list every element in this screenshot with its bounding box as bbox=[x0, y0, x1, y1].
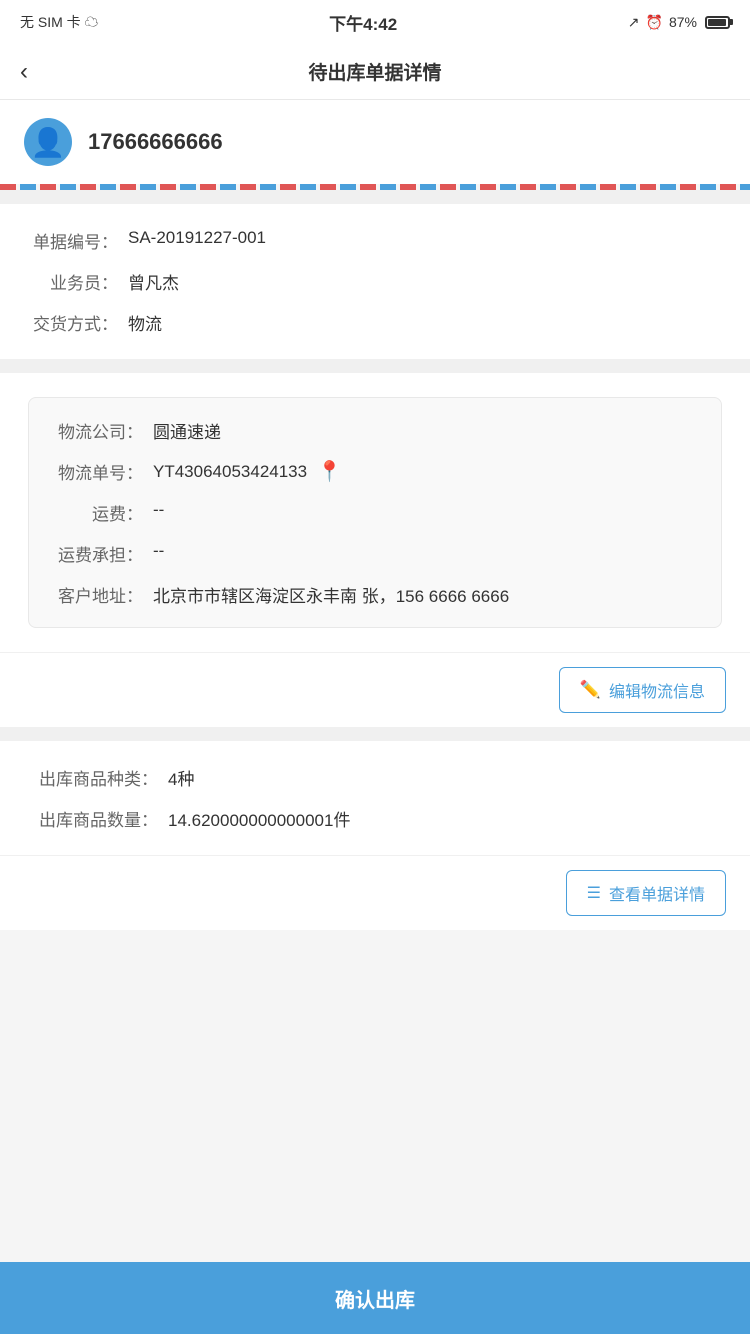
agent-row: 业务员： 曾凡杰 bbox=[28, 269, 722, 294]
product-count-row: 出库商品数量： 14.620000000000001件 bbox=[28, 806, 722, 831]
logistics-section: 物流公司： 圆通速递 物流单号： YT43064053424133 📍 运费： … bbox=[0, 373, 750, 652]
nav-bar: ‹ 待出库单据详情 bbox=[0, 44, 750, 100]
logistics-company-value: 圆通速递 bbox=[153, 418, 697, 443]
user-icon: 👤 bbox=[31, 126, 66, 159]
product-count-label: 出库商品数量： bbox=[28, 806, 158, 831]
agent-value: 曾凡杰 bbox=[128, 269, 722, 294]
product-type-label: 出库商品种类： bbox=[28, 765, 158, 790]
document-number-label: 单据编号： bbox=[28, 228, 118, 253]
confirm-bar[interactable]: 确认出库 bbox=[0, 1262, 750, 1334]
section-gap-3 bbox=[0, 727, 750, 741]
logistics-company-row: 物流公司： 圆通速递 bbox=[53, 418, 697, 443]
back-button[interactable]: ‹ bbox=[12, 50, 36, 94]
status-left: 无 SIM 卡 ☁ bbox=[20, 12, 99, 32]
content-spacer bbox=[0, 930, 750, 1110]
battery-percent: 87% bbox=[669, 14, 697, 30]
logistics-company-label: 物流公司： bbox=[53, 418, 143, 443]
location-status-icon: ↗ bbox=[628, 14, 640, 31]
document-info-section: 单据编号： SA-20191227-001 业务员： 曾凡杰 交货方式： 物流 bbox=[0, 204, 750, 359]
alarm-icon: ⏰ bbox=[646, 14, 663, 31]
edit-icon: ✏️ bbox=[580, 680, 601, 700]
logistics-tracking-label: 物流单号： bbox=[53, 459, 143, 484]
edit-button-row: ✏️ 编辑物流信息 bbox=[0, 652, 750, 727]
freight-row: 运费： -- bbox=[53, 500, 697, 525]
address-label: 客户地址： bbox=[53, 582, 143, 607]
section-gap-2 bbox=[0, 359, 750, 373]
freight-bearer-label: 运费承担： bbox=[53, 541, 143, 566]
customer-header: 👤 17666666666 bbox=[0, 100, 750, 184]
document-number-row: 单据编号： SA-20191227-001 bbox=[28, 228, 722, 253]
confirm-button-label: 确认出库 bbox=[335, 1284, 415, 1313]
delivery-row: 交货方式： 物流 bbox=[28, 310, 722, 335]
status-bar: 无 SIM 卡 ☁ 下午4:42 ↗ ⏰ 87% bbox=[0, 0, 750, 44]
logistics-tracking-row: 物流单号： YT43064053424133 📍 bbox=[53, 459, 697, 484]
customer-phone: 17666666666 bbox=[88, 129, 223, 155]
tracking-location-icon[interactable]: 📍 bbox=[317, 459, 342, 484]
status-time: 下午4:42 bbox=[329, 10, 397, 35]
avatar: 👤 bbox=[24, 118, 72, 166]
freight-bearer-value: -- bbox=[153, 541, 697, 561]
section-gap-1 bbox=[0, 190, 750, 204]
status-right: ↗ ⏰ 87% bbox=[628, 14, 730, 31]
edit-button-label: 编辑物流信息 bbox=[609, 678, 705, 702]
quantity-section: 出库商品种类： 4种 出库商品数量： 14.620000000000001件 bbox=[0, 741, 750, 855]
logistics-tracking-value: YT43064053424133 📍 bbox=[153, 459, 697, 484]
view-details-label: 查看单据详情 bbox=[609, 881, 705, 905]
view-details-button[interactable]: ☰ 查看单据详情 bbox=[566, 870, 726, 916]
product-type-row: 出库商品种类： 4种 bbox=[28, 765, 722, 790]
logistics-card: 物流公司： 圆通速递 物流单号： YT43064053424133 📍 运费： … bbox=[28, 397, 722, 628]
address-value: 北京市市辖区海淀区永丰南 张，156 6666 6666 bbox=[153, 582, 697, 607]
delivery-label: 交货方式： bbox=[28, 310, 118, 335]
page-title: 待出库单据详情 bbox=[308, 58, 441, 85]
battery-icon bbox=[705, 16, 730, 29]
delivery-value: 物流 bbox=[128, 310, 722, 335]
edit-logistics-button[interactable]: ✏️ 编辑物流信息 bbox=[559, 667, 726, 713]
freight-value: -- bbox=[153, 500, 697, 520]
view-details-row: ☰ 查看单据详情 bbox=[0, 855, 750, 930]
product-count-value: 14.620000000000001件 bbox=[168, 806, 722, 831]
view-details-icon: ☰ bbox=[587, 883, 601, 903]
product-type-value: 4种 bbox=[168, 765, 722, 790]
address-row: 客户地址： 北京市市辖区海淀区永丰南 张，156 6666 6666 bbox=[53, 582, 697, 607]
agent-label: 业务员： bbox=[28, 269, 118, 294]
freight-bearer-row: 运费承担： -- bbox=[53, 541, 697, 566]
document-number-value: SA-20191227-001 bbox=[128, 228, 722, 248]
freight-label: 运费： bbox=[53, 500, 143, 525]
